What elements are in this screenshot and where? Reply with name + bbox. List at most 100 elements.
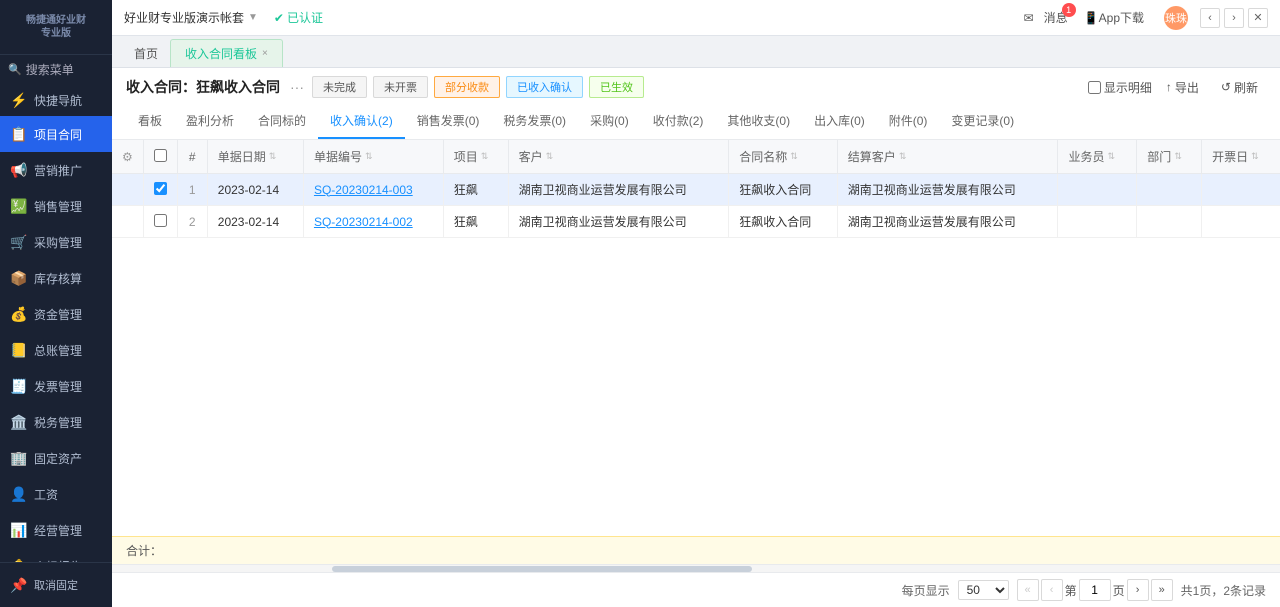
nav-prev-button[interactable]: ‹ (1200, 8, 1220, 28)
nav-close-button[interactable]: ✕ (1248, 8, 1268, 28)
th-contract-name[interactable]: 合同名称⇅ (729, 140, 838, 174)
sub-tab-in-out-store[interactable]: 出入库(0) (802, 104, 877, 139)
main-area: 好业财专业版演示帐套 ▼ ✔ 已认证 ✉ 1 消息 📱 App下载 珠珠 (112, 0, 1280, 607)
message-button[interactable]: ✉ 1 消息 (1024, 9, 1068, 26)
sidebar-item-fixed-assets-label: 固定资产 (34, 450, 82, 467)
prev-page-button[interactable]: ‹ (1041, 579, 1063, 601)
sub-tab-contract-std[interactable]: 合同标的 (246, 104, 318, 139)
invoice-icon: 🧾 (10, 377, 28, 395)
app-download-button[interactable]: 📱 App下载 (1084, 9, 1144, 26)
row1-customer: 湖南卫视商业运营发展有限公司 (508, 174, 729, 206)
row1-checkbox-cell[interactable] (143, 174, 177, 206)
sidebar-item-inventory-label: 库存核算 (34, 270, 82, 287)
last-page-button[interactable]: » (1151, 579, 1173, 601)
sidebar-item-fund[interactable]: 💰 资金管理 (0, 296, 112, 332)
sidebar-item-purchase-label: 采购管理 (34, 234, 82, 251)
row2-checkbox[interactable] (154, 214, 167, 227)
th-settled-customer[interactable]: 结算客户⇅ (837, 140, 1058, 174)
sidebar-item-reports[interactable]: 🔔 小畅报告 (0, 548, 112, 562)
per-page-select[interactable]: 50 100 200 (958, 580, 1009, 600)
project-contract-icon: 📋 (10, 125, 28, 143)
sidebar-item-fixed-assets[interactable]: 🏢 固定资产 (0, 440, 112, 476)
table-row[interactable]: 2 2023-02-14 SQ-20230214-002 狂飙 湖南卫视商业运营… (112, 206, 1280, 238)
sub-tab-other-income[interactable]: 其他收支(0) (715, 104, 802, 139)
sidebar-item-marketing[interactable]: 📢 营销推广 (0, 152, 112, 188)
row1-code[interactable]: SQ-20230214-003 (303, 174, 443, 206)
tab-income-contract-board[interactable]: 收入合同看板 × (170, 39, 283, 67)
sidebar-item-general-ledger[interactable]: 📒 总账管理 (0, 332, 112, 368)
show-detail-checkbox[interactable] (1088, 81, 1101, 94)
verified-icon: ✔ (274, 11, 284, 25)
sidebar-search[interactable]: 🔍 搜索菜单 (0, 55, 112, 84)
row2-code[interactable]: SQ-20230214-002 (303, 206, 443, 238)
th-settings[interactable]: ⚙ (112, 140, 143, 174)
row2-department (1137, 206, 1202, 238)
unpin-label: 取消固定 (34, 577, 78, 593)
sub-tab-change-log[interactable]: 变更记录(0) (939, 104, 1026, 139)
row1-settled-customer: 湖南卫视商业运营发展有限公司 (837, 174, 1058, 206)
th-department[interactable]: 部门⇅ (1137, 140, 1202, 174)
app-logo: 畅捷通好业财 专业版 (0, 8, 112, 46)
sub-tab-payment[interactable]: 收付款(2) (641, 104, 716, 139)
unpin-button[interactable]: 📌 取消固定 (0, 569, 112, 601)
export-button[interactable]: ↑ 导出 (1158, 77, 1207, 98)
sub-tab-kanban[interactable]: 看板 (126, 104, 174, 139)
sidebar-item-operations[interactable]: 📊 经营管理 (0, 512, 112, 548)
sub-tab-attachments[interactable]: 附件(0) (877, 104, 940, 139)
th-date[interactable]: 单据日期⇅ (207, 140, 303, 174)
sidebar-item-project-contract[interactable]: 📋 项目合同 (0, 116, 112, 152)
sidebar-item-sales[interactable]: 💹 销售管理 (0, 188, 112, 224)
sub-tab-income-confirm[interactable]: 收入确认(2) (318, 104, 405, 139)
avatar-initials: 珠珠 (1165, 10, 1187, 26)
row1-checkbox[interactable] (154, 182, 167, 195)
status-uninvoiced[interactable]: 未开票 (373, 76, 428, 98)
th-open-date[interactable]: 开票日⇅ (1202, 140, 1280, 174)
sidebar-quick-nav[interactable]: ⚡ 快捷导航 (0, 84, 112, 116)
row1-num: 1 (177, 174, 207, 206)
status-partial-receipt[interactable]: 部分收款 (434, 76, 500, 98)
status-income-confirmed[interactable]: 已收入确认 (506, 76, 583, 98)
row1-code-link[interactable]: SQ-20230214-003 (314, 183, 413, 197)
sub-tab-sales-invoice[interactable]: 销售发票(0) (405, 104, 492, 139)
tab-home[interactable]: 首页 (124, 40, 168, 67)
table-row[interactable]: 1 2023-02-14 SQ-20230214-003 狂飙 湖南卫视商业运营… (112, 174, 1280, 206)
sidebar-item-hr[interactable]: 👤 工资 (0, 476, 112, 512)
sidebar-item-invoice[interactable]: 🧾 发票管理 (0, 368, 112, 404)
sidebar-item-inventory[interactable]: 📦 库存核算 (0, 260, 112, 296)
sub-tab-purchase[interactable]: 采购(0) (578, 104, 641, 139)
th-project[interactable]: 项目⇅ (443, 140, 508, 174)
status-incomplete[interactable]: 未完成 (312, 76, 367, 98)
sub-tab-tax-invoice[interactable]: 税务发票(0) (491, 104, 578, 139)
th-customer[interactable]: 客户⇅ (508, 140, 729, 174)
tab-close-icon[interactable]: × (262, 48, 268, 59)
company-dropdown-arrow: ▼ (248, 12, 258, 23)
th-checkbox[interactable] (143, 140, 177, 174)
sidebar-bottom: 📌 取消固定 (0, 562, 112, 607)
sidebar-item-operations-label: 经营管理 (34, 522, 82, 539)
th-code[interactable]: 单据编号⇅ (303, 140, 443, 174)
topbar: 好业财专业版演示帐套 ▼ ✔ 已认证 ✉ 1 消息 📱 App下载 珠珠 (112, 0, 1280, 36)
sidebar-item-purchase[interactable]: 🛒 采购管理 (0, 224, 112, 260)
user-profile[interactable]: 珠珠 (1160, 6, 1188, 30)
sidebar-item-marketing-label: 营销推广 (34, 162, 82, 179)
nav-next-button[interactable]: › (1224, 8, 1244, 28)
scroll-bar[interactable] (112, 564, 1280, 572)
refresh-button[interactable]: ↺ 刷新 (1213, 77, 1266, 98)
first-page-button[interactable]: « (1017, 579, 1039, 601)
next-page-button[interactable]: › (1127, 579, 1149, 601)
th-salesperson[interactable]: 业务员⇅ (1058, 140, 1137, 174)
row1-contract-name: 狂飙收入合同 (729, 174, 838, 206)
message-icon: ✉ (1024, 11, 1034, 25)
sub-tab-profit[interactable]: 盈利分析 (174, 104, 246, 139)
more-options-button[interactable]: ··· (290, 79, 304, 95)
hr-icon: 👤 (10, 485, 28, 503)
row2-code-link[interactable]: SQ-20230214-002 (314, 215, 413, 229)
select-all-checkbox[interactable] (154, 149, 167, 162)
row2-checkbox-cell[interactable] (143, 206, 177, 238)
show-detail-checkbox-label[interactable]: 显示明细 (1088, 79, 1152, 96)
company-selector[interactable]: 好业财专业版演示帐套 ▼ (124, 9, 258, 26)
sidebar-item-tax[interactable]: 🏛️ 税务管理 (0, 404, 112, 440)
status-effective[interactable]: 已生效 (589, 76, 644, 98)
page-input[interactable] (1079, 579, 1111, 601)
sidebar-quick-label: 快捷导航 (34, 92, 82, 109)
